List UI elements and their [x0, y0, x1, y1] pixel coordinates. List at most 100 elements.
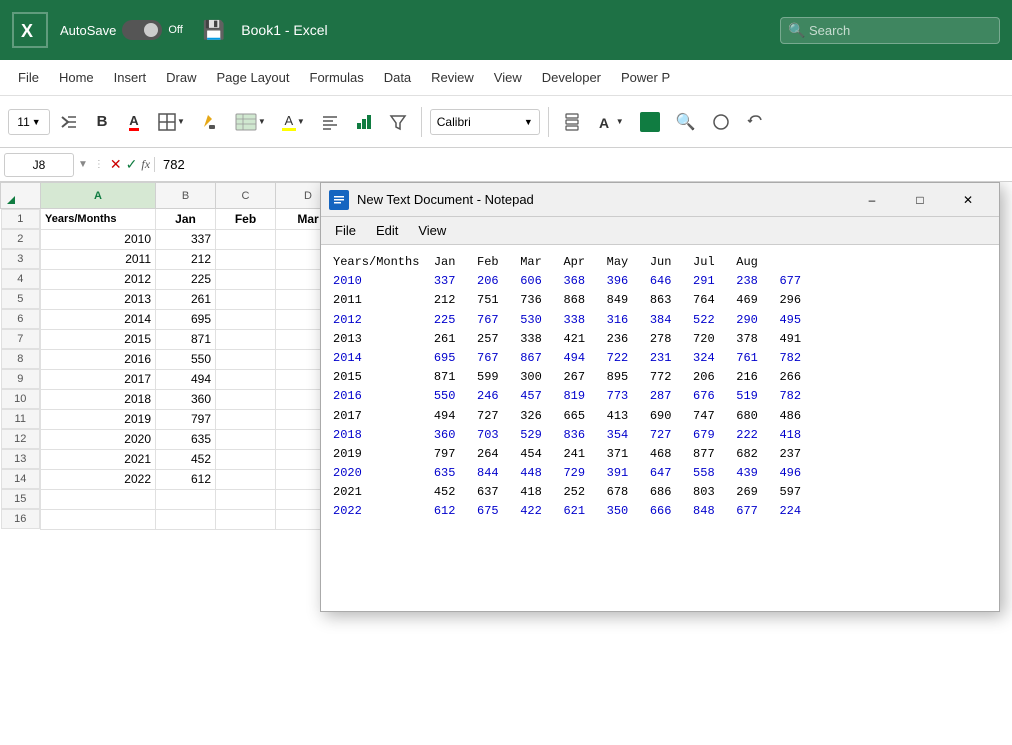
- row-num-4[interactable]: 4: [1, 269, 41, 289]
- menu-developer[interactable]: Developer: [532, 64, 611, 91]
- cell-a4[interactable]: 2012: [41, 269, 156, 289]
- cell-b14[interactable]: 612: [156, 469, 216, 489]
- paint-format-btn[interactable]: [195, 108, 225, 136]
- fill-green-btn[interactable]: [634, 108, 666, 136]
- cell-a15[interactable]: [41, 489, 156, 509]
- row-num-8[interactable]: 8: [1, 349, 41, 369]
- cell-a3[interactable]: 2011: [41, 249, 156, 269]
- cell-c8[interactable]: [216, 349, 276, 369]
- font-color-a-btn[interactable]: A ▼: [591, 108, 630, 136]
- insert-function-btn[interactable]: fx: [141, 157, 150, 172]
- row-num-6[interactable]: 6: [1, 309, 41, 329]
- row-num-13[interactable]: 13: [1, 449, 41, 469]
- row-num-10[interactable]: 10: [1, 389, 41, 409]
- cell-ref-dropdown[interactable]: ▼: [78, 159, 88, 170]
- chart-btn[interactable]: [349, 108, 379, 136]
- row-num-7[interactable]: 7: [1, 329, 41, 349]
- close-btn[interactable]: ✕: [945, 185, 991, 215]
- cell-c6[interactable]: [216, 309, 276, 329]
- format-cells-btn[interactable]: [557, 108, 587, 136]
- cell-c7[interactable]: [216, 329, 276, 349]
- save-icon[interactable]: 💾: [203, 20, 225, 41]
- col-header-a[interactable]: A: [41, 183, 156, 209]
- menu-power[interactable]: Power P: [611, 64, 680, 91]
- cell-b1[interactable]: Jan: [156, 209, 216, 230]
- np-menu-view[interactable]: View: [408, 219, 456, 242]
- font-size-box[interactable]: 11 ▼: [8, 109, 50, 135]
- filter-btn[interactable]: [383, 108, 413, 136]
- cell-b6[interactable]: 695: [156, 309, 216, 329]
- menu-file[interactable]: File: [8, 64, 49, 91]
- cell-c16[interactable]: [216, 509, 276, 529]
- autosave-toggle[interactable]: [122, 20, 162, 40]
- font-color-btn[interactable]: A: [120, 108, 148, 136]
- cell-a1[interactable]: Years/Months: [41, 209, 156, 230]
- cell-a13[interactable]: 2021: [41, 449, 156, 469]
- maximize-btn[interactable]: □: [897, 185, 943, 215]
- cell-c10[interactable]: [216, 389, 276, 409]
- np-menu-file[interactable]: File: [325, 219, 366, 242]
- menu-home[interactable]: Home: [49, 64, 104, 91]
- font-name-box[interactable]: Calibri ▼: [430, 109, 540, 135]
- cell-a2[interactable]: 2010: [41, 229, 156, 249]
- row-num-16[interactable]: 16: [1, 509, 41, 529]
- circle-btn[interactable]: [706, 108, 736, 136]
- menu-pagelayout[interactable]: Page Layout: [207, 64, 300, 91]
- cell-a14[interactable]: 2022: [41, 469, 156, 489]
- cell-c9[interactable]: [216, 369, 276, 389]
- cell-c2[interactable]: [216, 229, 276, 249]
- menu-insert[interactable]: Insert: [104, 64, 157, 91]
- cell-ref-box[interactable]: J8: [4, 153, 74, 177]
- menu-formulas[interactable]: Formulas: [300, 64, 374, 91]
- formula-input[interactable]: [154, 157, 1008, 172]
- cell-b5[interactable]: 261: [156, 289, 216, 309]
- cell-b8[interactable]: 550: [156, 349, 216, 369]
- notepad-content[interactable]: Years/Months Jan Feb Mar Apr May Jun Jul…: [321, 245, 999, 611]
- row-num-15[interactable]: 15: [1, 489, 41, 509]
- corner-header[interactable]: [1, 183, 41, 209]
- row-num-1[interactable]: 1: [1, 209, 41, 229]
- cell-c12[interactable]: [216, 429, 276, 449]
- col-header-c[interactable]: C: [216, 183, 276, 209]
- cell-c13[interactable]: [216, 449, 276, 469]
- list-icon[interactable]: ⋮: [92, 159, 106, 170]
- row-num-14[interactable]: 14: [1, 469, 41, 489]
- cell-a8[interactable]: 2016: [41, 349, 156, 369]
- cancel-formula-btn[interactable]: ✕: [110, 156, 122, 173]
- align-left-btn[interactable]: [315, 108, 345, 136]
- row-num-9[interactable]: 9: [1, 369, 41, 389]
- bold-btn[interactable]: B: [88, 108, 116, 136]
- magnify-btn[interactable]: 🔍: [670, 108, 702, 136]
- cell-c15[interactable]: [216, 489, 276, 509]
- cell-b10[interactable]: 360: [156, 389, 216, 409]
- cell-c11[interactable]: [216, 409, 276, 429]
- cell-b3[interactable]: 212: [156, 249, 216, 269]
- row-num-12[interactable]: 12: [1, 429, 41, 449]
- search-input[interactable]: [780, 17, 1000, 44]
- cell-b15[interactable]: [156, 489, 216, 509]
- col-header-b[interactable]: B: [156, 183, 216, 209]
- cell-a5[interactable]: 2013: [41, 289, 156, 309]
- highlight-color-btn[interactable]: A ▼: [276, 108, 311, 136]
- cell-a12[interactable]: 2020: [41, 429, 156, 449]
- cell-a6[interactable]: 2014: [41, 309, 156, 329]
- row-num-3[interactable]: 3: [1, 249, 41, 269]
- cell-b12[interactable]: 635: [156, 429, 216, 449]
- cell-b16[interactable]: [156, 509, 216, 529]
- cell-a7[interactable]: 2015: [41, 329, 156, 349]
- cell-b4[interactable]: 225: [156, 269, 216, 289]
- cell-c3[interactable]: [216, 249, 276, 269]
- undo-btn[interactable]: [740, 108, 770, 136]
- menu-view[interactable]: View: [484, 64, 532, 91]
- cell-a10[interactable]: 2018: [41, 389, 156, 409]
- cell-b9[interactable]: 494: [156, 369, 216, 389]
- cell-c1[interactable]: Feb: [216, 209, 276, 230]
- cell-a9[interactable]: 2017: [41, 369, 156, 389]
- borders-btn[interactable]: ▼: [152, 108, 191, 136]
- cell-a11[interactable]: 2019: [41, 409, 156, 429]
- minimize-btn[interactable]: –: [849, 185, 895, 215]
- row-num-5[interactable]: 5: [1, 289, 41, 309]
- confirm-formula-btn[interactable]: ✓: [126, 156, 138, 173]
- cell-b7[interactable]: 871: [156, 329, 216, 349]
- cell-c5[interactable]: [216, 289, 276, 309]
